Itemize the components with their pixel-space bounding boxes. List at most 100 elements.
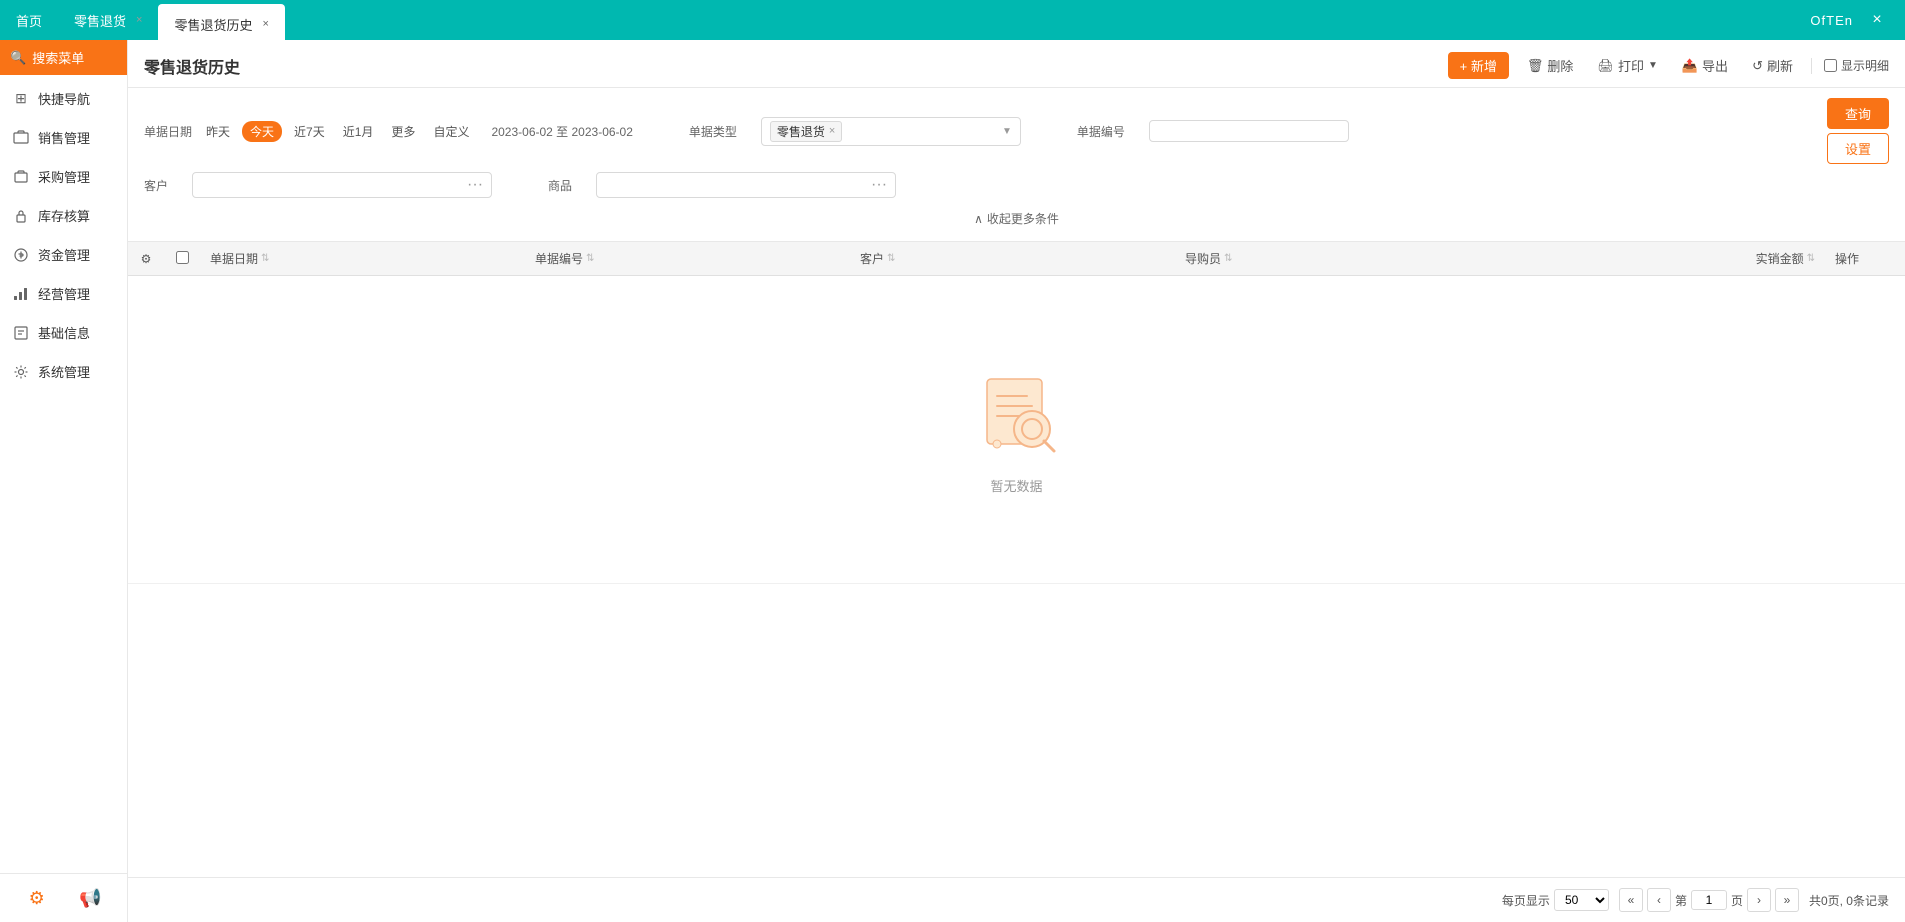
page-number-input[interactable] (1691, 890, 1727, 910)
search-icon: 🔍 (10, 50, 26, 66)
next-page-button[interactable]: › (1747, 888, 1771, 912)
type-dropdown[interactable]: 零售退货 × ▼ (761, 117, 1021, 146)
sidebar-item-label: 快捷导航 (38, 89, 90, 108)
sidebar-item-inventory[interactable]: 库存核算 (0, 196, 127, 235)
sidebar-item-label: 销售管理 (38, 128, 90, 147)
collapse-button[interactable]: ∧ 收起更多条件 (970, 206, 1063, 231)
query-button[interactable]: 查询 (1827, 98, 1889, 129)
th-check (164, 242, 200, 276)
show-detail-wrap[interactable]: 显示明细 (1824, 57, 1889, 74)
delete-button[interactable]: 🗑 删除 (1521, 54, 1580, 77)
sidebar-item-label: 采购管理 (38, 167, 90, 186)
data-table: ⚙ 单据日期 ⇅ 单据编号 (128, 242, 1905, 584)
sort-arrows-guide: ⇅ (1224, 253, 1232, 264)
empty-state: 暂无数据 (138, 284, 1895, 575)
new-label: + 新增 (1460, 56, 1497, 75)
date-today[interactable]: 今天 (242, 121, 282, 142)
date-yesterday[interactable]: 昨天 (200, 121, 236, 142)
filter-settings-button[interactable]: 设置 (1827, 133, 1889, 164)
top-bar-right: OfTEn × (1810, 8, 1905, 32)
th-customer-sort[interactable]: 客户 ⇅ (860, 250, 895, 267)
empty-illustration (967, 364, 1067, 464)
sort-arrows-date: ⇅ (261, 253, 269, 264)
goods-label: 商品 (548, 177, 572, 194)
delete-label: 删除 (1547, 56, 1573, 75)
chevron-up-icon: ∧ (974, 212, 983, 226)
page-size-dropdown[interactable]: 50 100 200 (1554, 889, 1609, 911)
print-button[interactable]: 🖨 打印 ▼ (1591, 54, 1663, 77)
th-ops: 操作 (1825, 242, 1905, 276)
last-page-button[interactable]: » (1775, 888, 1799, 912)
th-amount-sort[interactable]: 实销金额 ⇅ (1756, 250, 1815, 267)
sidebar-item-purchase[interactable]: 采购管理 (0, 157, 127, 196)
sidebar: 🔍 搜索菜单 ⊞ 快捷导航 销售管理 采购管理 (0, 40, 128, 922)
sidebar-item-label: 经营管理 (38, 284, 90, 303)
sidebar-item-operations[interactable]: 经营管理 (0, 274, 127, 313)
audio-bottom-icon[interactable]: 📢 (76, 884, 104, 912)
th-customer-label: 客户 (860, 250, 884, 267)
print-dropdown-icon: ▼ (1648, 60, 1658, 71)
sort-arrows-number: ⇅ (586, 253, 594, 264)
system-icon (12, 363, 30, 381)
first-page-button[interactable]: « (1619, 888, 1643, 912)
export-button[interactable]: 📤 导出 (1676, 54, 1734, 77)
select-all-checkbox[interactable] (176, 251, 189, 264)
sidebar-item-basic[interactable]: 基础信息 (0, 313, 127, 352)
tab-return-history[interactable]: 零售退货历史 × (158, 4, 284, 44)
tab-home[interactable]: 首页 (0, 0, 58, 40)
tab-bar: 首页 零售退货 × 零售退货历史 × (0, 0, 1810, 40)
sort-arrows-amount: ⇅ (1807, 253, 1815, 264)
th-number-sort[interactable]: 单据编号 ⇅ (535, 250, 594, 267)
settings-icon[interactable]: ⚙ (141, 252, 152, 266)
tab-return-close[interactable]: × (136, 14, 142, 26)
date-custom[interactable]: 自定义 (427, 121, 475, 142)
new-button[interactable]: + 新增 (1448, 52, 1509, 79)
th-date-sort[interactable]: 单据日期 ⇅ (210, 250, 269, 267)
inventory-icon (12, 207, 30, 225)
number-input[interactable] (1158, 124, 1340, 138)
page-header: 零售退货历史 + 新增 🗑 删除 🖨 打印 ▼ 📤 导出 (128, 40, 1905, 88)
action-buttons: 查询 设置 (1827, 98, 1889, 164)
brand-text: OfTEn (1810, 13, 1853, 28)
refresh-button[interactable]: ↺ 刷新 (1746, 54, 1799, 77)
pagination: 每页显示 50 100 200 « ‹ 第 页 › » 共0页, 0条记录 (128, 877, 1905, 922)
tab-return-history-close[interactable]: × (262, 18, 268, 30)
content-area: 零售退货历史 + 新增 🗑 删除 🖨 打印 ▼ 📤 导出 (128, 40, 1905, 922)
type-tag-label: 零售退货 (777, 123, 825, 140)
date-filter: 单据日期 昨天 今天 近7天 近1月 更多 自定义 (144, 121, 475, 142)
type-tag-close[interactable]: × (829, 125, 835, 137)
number-filter: 单据编号 (1077, 123, 1125, 140)
table-wrap: ⚙ 单据日期 ⇅ 单据编号 (128, 242, 1905, 877)
customer-dots: ··· (467, 176, 483, 194)
window-close-button[interactable]: × (1865, 8, 1889, 32)
th-guide-sort[interactable]: 导购员 ⇅ (1185, 250, 1232, 267)
total-text: 共0页, 0条记录 (1809, 892, 1889, 909)
customer-input[interactable] (201, 178, 467, 192)
prev-page-button[interactable]: ‹ (1647, 888, 1671, 912)
th-amount: 实销金额 ⇅ (1500, 242, 1825, 276)
type-label: 单据类型 (689, 123, 737, 140)
type-tag: 零售退货 × (770, 121, 842, 142)
purchase-icon (12, 168, 30, 186)
tab-return[interactable]: 零售退货 × (58, 0, 158, 40)
sidebar-item-quick-nav[interactable]: ⊞ 快捷导航 (0, 79, 127, 118)
sidebar-item-finance[interactable]: 资金管理 (0, 235, 127, 274)
sidebar-item-system[interactable]: 系统管理 (0, 352, 127, 391)
sidebar-item-label: 系统管理 (38, 362, 90, 381)
date-7days[interactable]: 近7天 (288, 121, 331, 142)
settings-bottom-icon[interactable]: ⚙ (23, 884, 51, 912)
export-label: 导出 (1702, 56, 1728, 75)
goods-dots: ··· (871, 176, 887, 194)
table-body: 暂无数据 (128, 276, 1905, 584)
date-more[interactable]: 更多 (385, 121, 421, 142)
table-header-row: ⚙ 单据日期 ⇅ 单据编号 (128, 242, 1905, 276)
page-size-select: 每页显示 50 100 200 (1502, 889, 1609, 911)
number-label: 单据编号 (1077, 123, 1125, 140)
sidebar-search[interactable]: 🔍 搜索菜单 (0, 40, 127, 75)
date-1month[interactable]: 近1月 (337, 121, 380, 142)
empty-row: 暂无数据 (128, 276, 1905, 584)
goods-input[interactable] (605, 178, 871, 192)
sidebar-item-sales[interactable]: 销售管理 (0, 118, 127, 157)
show-detail-checkbox[interactable] (1824, 59, 1837, 72)
th-date-label: 单据日期 (210, 250, 258, 267)
